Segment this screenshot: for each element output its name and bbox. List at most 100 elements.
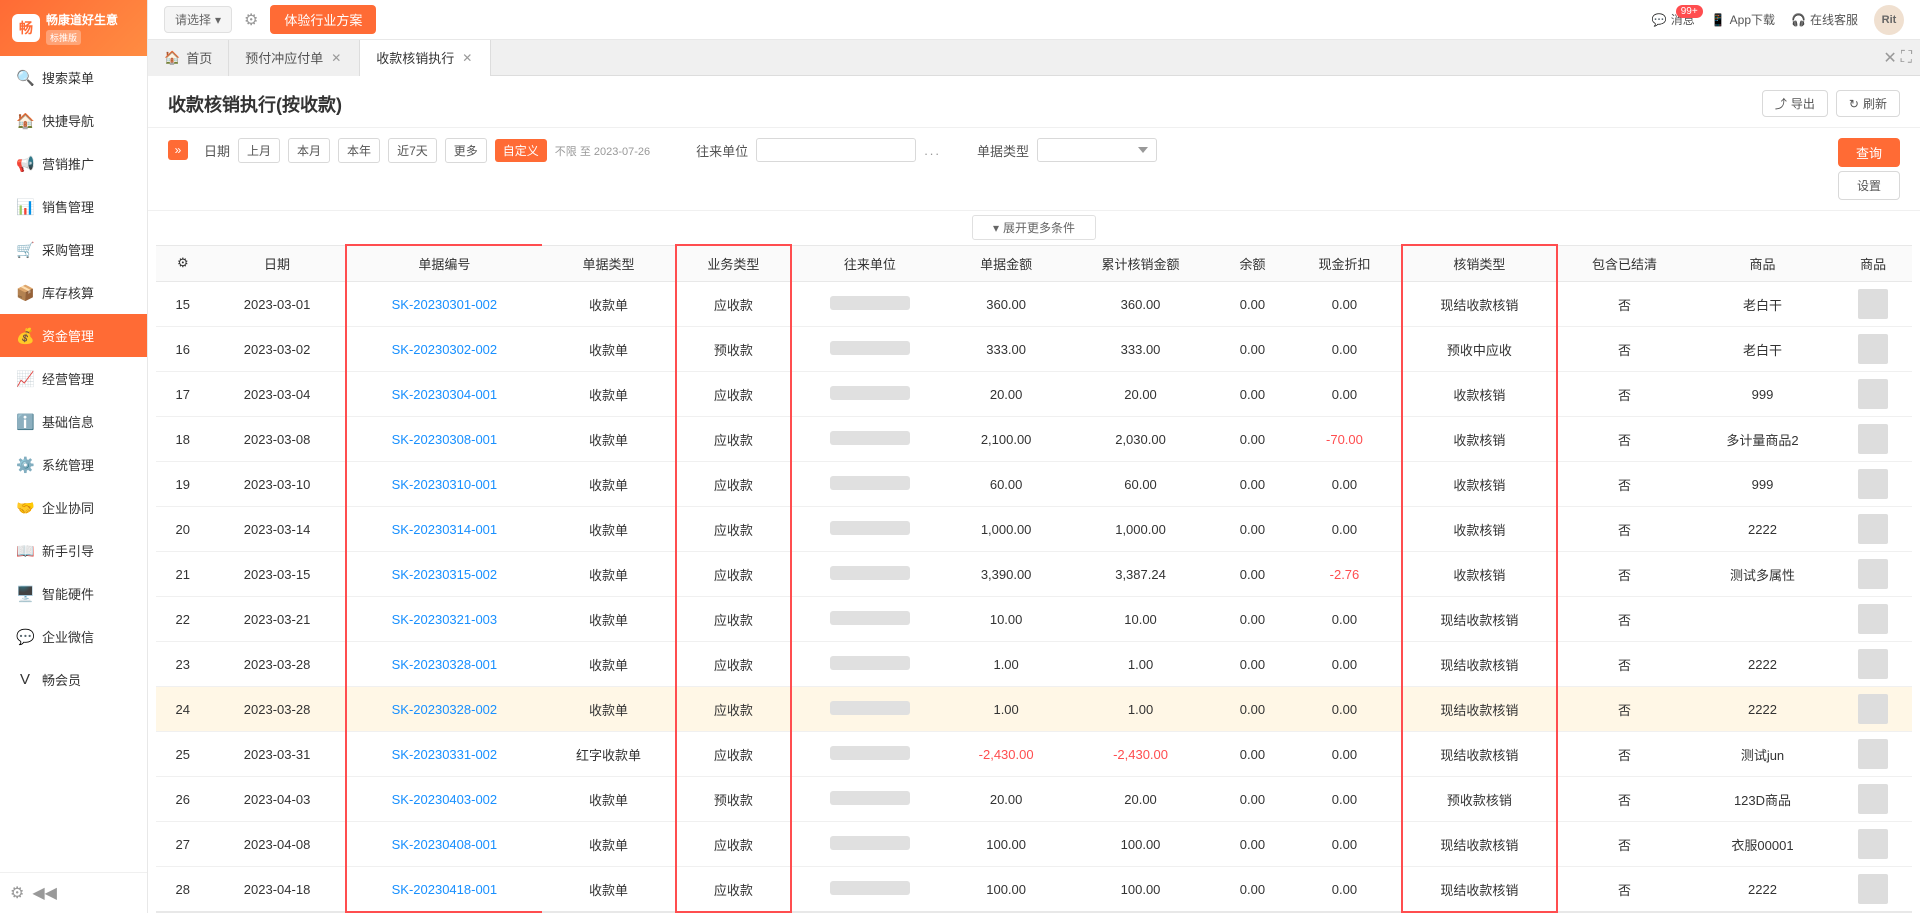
cell-no: 17 [156, 372, 210, 417]
sidebar-item-inventory[interactable]: 📦库存核算 [0, 271, 147, 314]
cell-balance: 0.00 [1217, 867, 1289, 913]
cell-biz-type: 应收款 [676, 867, 791, 913]
sidebar-item-operation[interactable]: 📈经营管理 [0, 357, 147, 400]
user-avatar[interactable]: Rit [1874, 5, 1904, 35]
cell-unit [791, 372, 948, 417]
bill-no-link[interactable]: SK-20230408-001 [392, 837, 498, 852]
bill-no-link[interactable]: SK-20230331-002 [392, 747, 498, 762]
tab-prepay[interactable]: 预付冲应付单 ✕ [229, 40, 360, 76]
cell-accum: 1,000.00 [1064, 507, 1216, 552]
bill-no-link[interactable]: SK-20230310-001 [392, 477, 498, 492]
sidebar-item-system[interactable]: ⚙️系统管理 [0, 443, 147, 486]
last-month-button[interactable]: 上月 [238, 138, 280, 163]
sidebar-item-finance[interactable]: 💰资金管理 [0, 314, 147, 357]
operation-icon: 📈 [16, 370, 34, 388]
bill-no-link[interactable]: SK-20230418-001 [392, 882, 498, 897]
bill-no-link[interactable]: SK-20230403-002 [392, 792, 498, 807]
sidebar-item-hardware[interactable]: 🖥️智能硬件 [0, 572, 147, 615]
cell-verify-type: 现结收款核销 [1402, 822, 1557, 867]
sidebar-item-marketing[interactable]: 📢营销推广 [0, 142, 147, 185]
wechat-icon: 💬 [16, 628, 34, 646]
bill-no-link[interactable]: SK-20230328-001 [392, 657, 498, 672]
cell-biz-type: 应收款 [676, 552, 791, 597]
cell-biz-type: 应收款 [676, 507, 791, 552]
cell-amount: 20.00 [948, 372, 1064, 417]
settings-icon[interactable]: ⚙ [10, 883, 24, 903]
cell-verify-type: 收款核销 [1402, 417, 1557, 462]
maximize-button[interactable]: ⛶ [1901, 49, 1912, 67]
refresh-button[interactable]: ↻ 刷新 [1836, 90, 1900, 117]
sidebar-item-guide[interactable]: 📖新手引导 [0, 529, 147, 572]
col-goods2: 商品 [1834, 245, 1912, 282]
col-settings[interactable]: ⚙ [156, 245, 210, 282]
cell-verify-type: 现结收款核销 [1402, 642, 1557, 687]
cell-unit [791, 822, 948, 867]
collapse-icon[interactable]: ◀◀ [32, 883, 57, 903]
tab-close-receipt[interactable]: ✕ [460, 49, 474, 67]
bill-no-link[interactable]: SK-20230321-003 [392, 612, 498, 627]
cell-unit [791, 732, 948, 777]
query-button[interactable]: 查询 [1838, 138, 1900, 167]
cell-bill-type: 红字收款单 [542, 732, 676, 777]
sidebar-item-search[interactable]: 🔍搜索菜单 [0, 56, 147, 99]
close-all-tabs-button[interactable]: ✕ [1883, 48, 1896, 68]
bill-no-link[interactable]: SK-20230314-001 [392, 522, 498, 537]
cell-discount: 0.00 [1288, 687, 1401, 732]
bill-no-link[interactable]: SK-20230304-001 [392, 387, 498, 402]
more-date-button[interactable]: 更多 [445, 138, 487, 163]
bill-no-link[interactable]: SK-20230328-002 [392, 702, 498, 717]
bill-no-link[interactable]: SK-20230302-002 [392, 342, 498, 357]
tab-close-prepay[interactable]: ✕ [329, 49, 343, 67]
custom-date-button[interactable]: 自定义 [495, 139, 547, 162]
sidebar-item-purchase[interactable]: 🛒采购管理 [0, 228, 147, 271]
workspace-dropdown[interactable]: 请选择 ▾ [164, 6, 232, 33]
bill-no-link[interactable]: SK-20230315-002 [392, 567, 498, 582]
sidebar-item-member[interactable]: V畅会员 [0, 658, 147, 701]
cell-bill-no: SK-20230308-001 [346, 417, 543, 462]
filter-expand-button[interactable]: » [168, 140, 188, 160]
this-year-button[interactable]: 本年 [338, 138, 380, 163]
this-month-button[interactable]: 本月 [288, 138, 330, 163]
sidebar-item-basic[interactable]: ℹ️基础信息 [0, 400, 147, 443]
tabs-right-controls: ✕ ⛶ [1883, 48, 1920, 68]
unit-label: 往来单位 [696, 141, 748, 160]
unit-input[interactable] [756, 138, 916, 162]
member-icon: V [16, 671, 34, 688]
cell-goods1: 999 [1691, 462, 1834, 507]
cell-included: 否 [1557, 282, 1691, 327]
main-area: 请选择 ▾ ⚙ 体验行业方案 💬 消息 99+ 📱 App下载 🎧 在线客服 R… [148, 0, 1920, 913]
table-row: 28 2023-04-18 SK-20230418-001 收款单 应收款 10… [156, 867, 1912, 913]
bill-no-link[interactable]: SK-20230301-002 [392, 297, 498, 312]
cell-unit [791, 507, 948, 552]
cell-balance: 0.00 [1217, 642, 1289, 687]
app-download-button[interactable]: 📱 App下载 [1711, 11, 1775, 28]
data-table-wrap[interactable]: ⚙ 日期 单据编号 单据类型 业务类型 往来单位 单据金额 累计核销金额 余额 … [148, 244, 1920, 913]
cell-goods2 [1834, 642, 1912, 687]
cell-biz-type: 应收款 [676, 732, 791, 777]
sidebar-item-wechat[interactable]: 💬企业微信 [0, 615, 147, 658]
sidebar-item-enterprise[interactable]: 🤝企业协同 [0, 486, 147, 529]
cell-amount: 10.00 [948, 597, 1064, 642]
service-button[interactable]: 🎧 在线客服 [1791, 11, 1858, 28]
col-discount: 现金折扣 [1288, 245, 1401, 282]
gear-icon[interactable]: ⚙ [244, 10, 258, 30]
tab-home[interactable]: 🏠 首页 [148, 40, 229, 76]
export-button[interactable]: ⤴ 导出 [1762, 90, 1828, 117]
solution-button[interactable]: 体验行业方案 [270, 5, 376, 34]
cell-accum: 360.00 [1064, 282, 1216, 327]
last7-button[interactable]: 近7天 [388, 138, 437, 163]
cell-biz-type: 预收款 [676, 327, 791, 372]
bill-type-select[interactable] [1037, 138, 1157, 162]
expand-more-button[interactable]: ▾ 展开更多条件 [972, 215, 1096, 240]
sidebar-item-quicknav[interactable]: 🏠快捷导航 [0, 99, 147, 142]
cell-amount: 360.00 [948, 282, 1064, 327]
bill-no-link[interactable]: SK-20230308-001 [392, 432, 498, 447]
settings-filter-button[interactable]: 设置 [1838, 171, 1900, 200]
cell-date: 2023-04-18 [210, 867, 346, 913]
cell-unit [791, 552, 948, 597]
cell-goods2 [1834, 597, 1912, 642]
message-button[interactable]: 💬 消息 99+ [1652, 11, 1695, 28]
cell-goods1: 123D商品 [1691, 777, 1834, 822]
tab-receipt[interactable]: 收款核销执行 ✕ [360, 40, 491, 76]
sidebar-item-sales[interactable]: 📊销售管理 [0, 185, 147, 228]
